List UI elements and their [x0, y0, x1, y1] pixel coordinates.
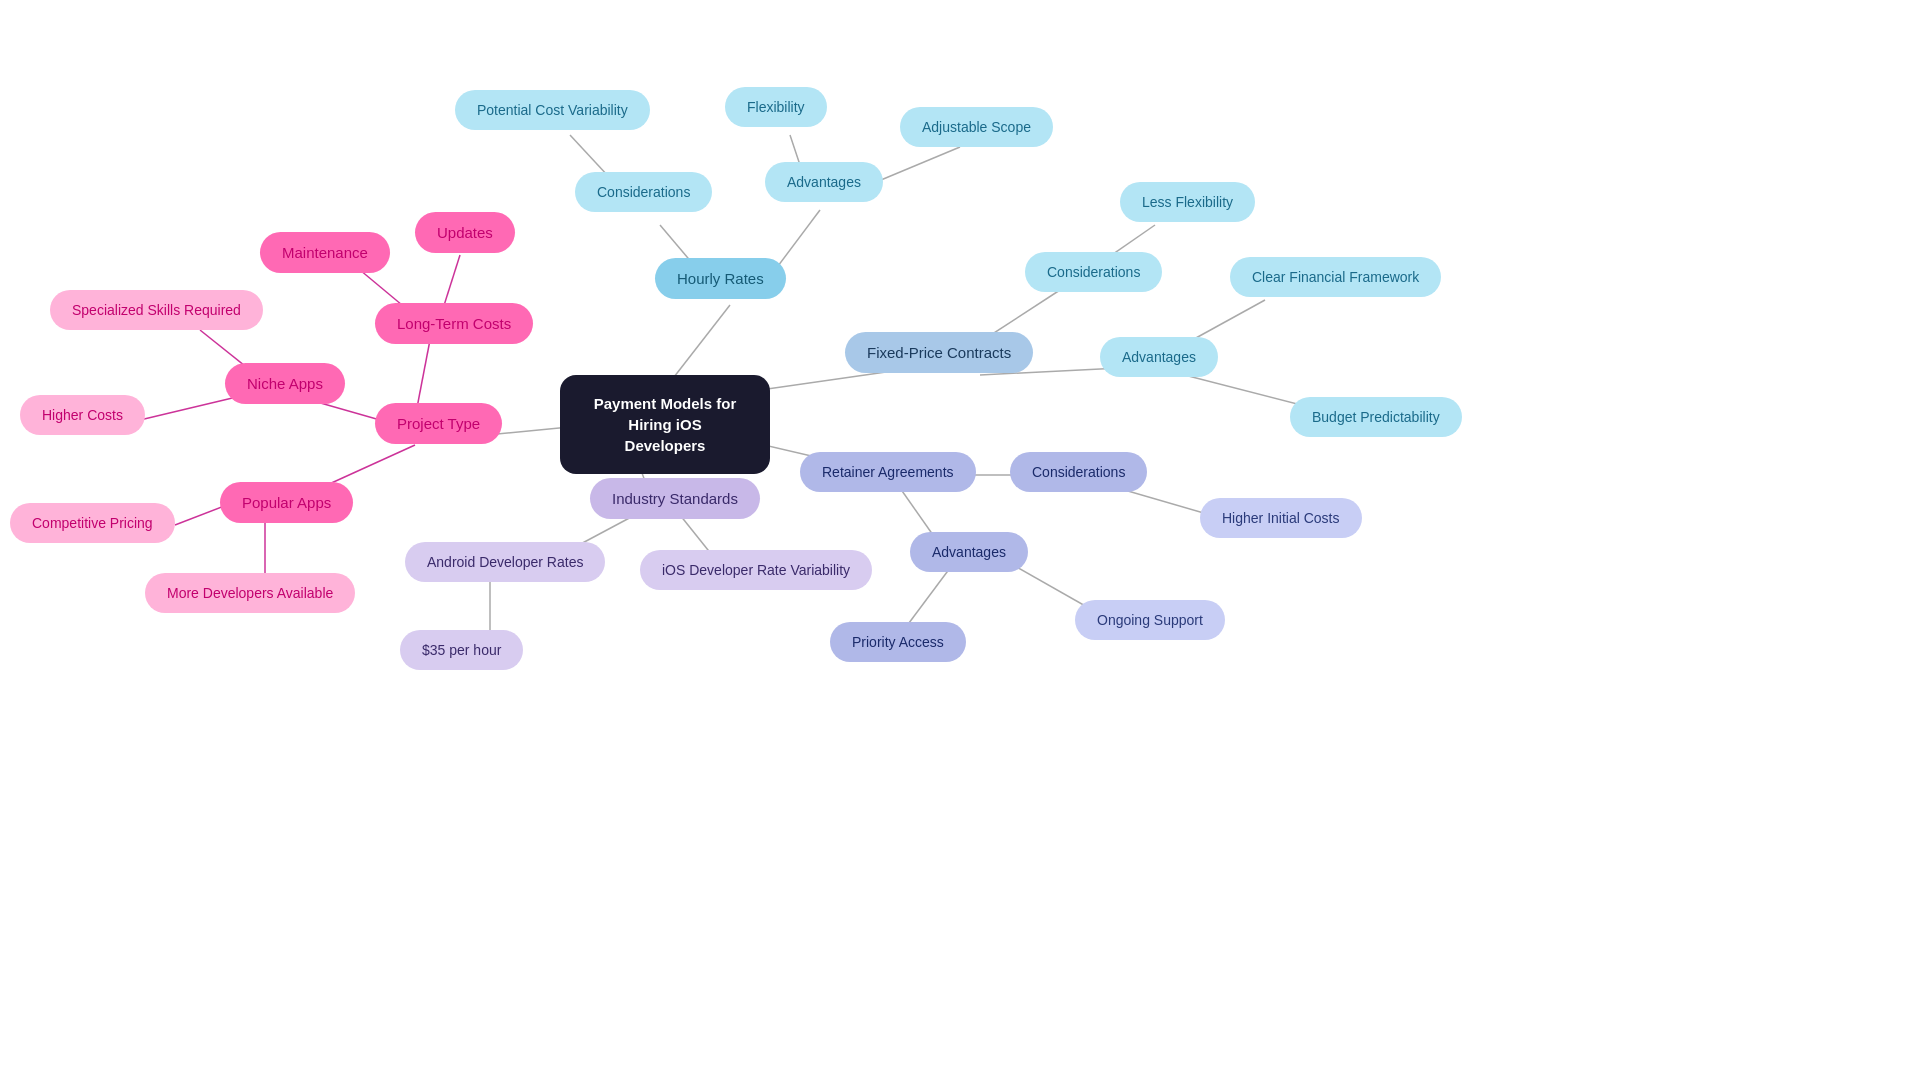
competitive-node: Competitive Pricing — [10, 503, 175, 543]
popular-apps-node: Popular Apps — [220, 482, 353, 523]
fixed-price-node: Fixed-Price Contracts — [845, 332, 1033, 373]
considerations-fp-node: Considerations — [1025, 252, 1162, 292]
more-devs-node: More Developers Available — [145, 573, 355, 613]
svg-line-25 — [140, 395, 245, 420]
advantages-fp-node: Advantages — [1100, 337, 1218, 377]
specialized-node: Specialized Skills Required — [50, 290, 263, 330]
higher-costs-node: Higher Costs — [20, 395, 145, 435]
advantages-ra-node: Advantages — [910, 532, 1028, 572]
industry-standards-node: Industry Standards — [590, 478, 760, 519]
budget-pred-node: Budget Predictability — [1290, 397, 1462, 437]
niche-apps-node: Niche Apps — [225, 363, 345, 404]
ongoing-support-node: Ongoing Support — [1075, 600, 1225, 640]
ios-variability-node: iOS Developer Rate Variability — [640, 550, 872, 590]
maintenance-node: Maintenance — [260, 232, 390, 273]
considerations-hr-node: Considerations — [575, 172, 712, 212]
considerations-ra-node: Considerations — [1010, 452, 1147, 492]
center-node: Payment Models for Hiring iOSDevelopers — [560, 375, 770, 474]
long-term-node: Long-Term Costs — [375, 303, 533, 344]
advantages-hr-node: Advantages — [765, 162, 883, 202]
higher-initial-node: Higher Initial Costs — [1200, 498, 1362, 538]
retainer-node: Retainer Agreements — [800, 452, 976, 492]
priority-access-node: Priority Access — [830, 622, 966, 662]
35-per-hour-node: $35 per hour — [400, 630, 523, 670]
project-type-node: Project Type — [375, 403, 502, 444]
clear-financial-node: Clear Financial Framework — [1230, 257, 1441, 297]
potential-cost-node: Potential Cost Variability — [455, 90, 650, 130]
svg-line-1 — [760, 370, 900, 390]
adjustable-scope-node: Adjustable Scope — [900, 107, 1053, 147]
flexibility-node: Flexibility — [725, 87, 827, 127]
less-flexibility-node: Less Flexibility — [1120, 182, 1255, 222]
updates-node: Updates — [415, 212, 515, 253]
android-rates-node: Android Developer Rates — [405, 542, 605, 582]
hourly-rates-node: Hourly Rates — [655, 258, 786, 299]
